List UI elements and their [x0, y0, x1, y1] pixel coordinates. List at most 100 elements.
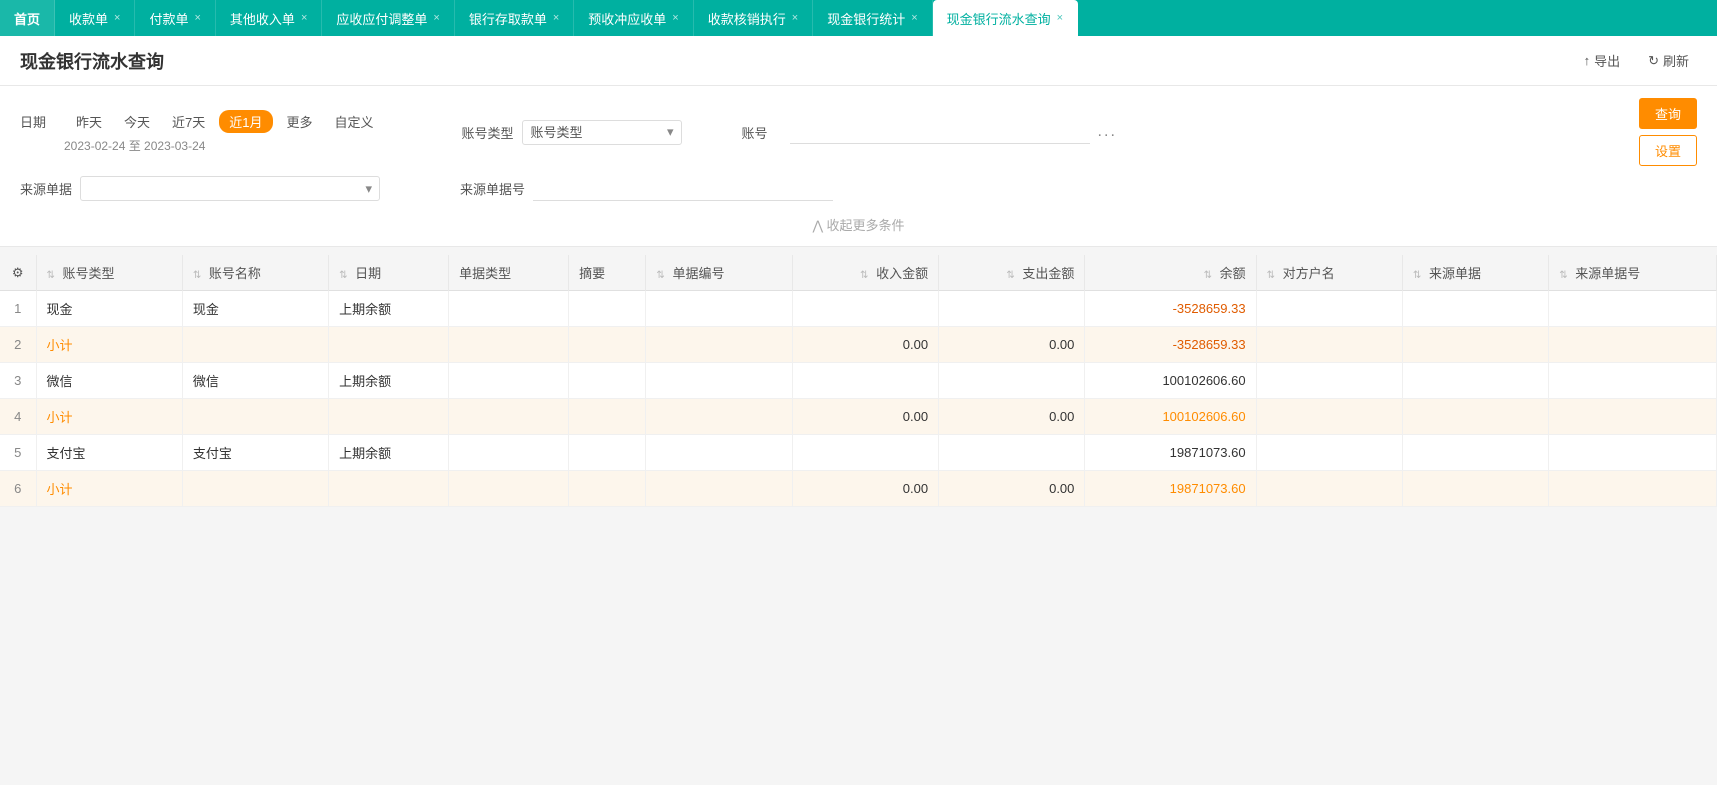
summary-cell — [569, 291, 646, 327]
sort-icon-date: ⇅ — [339, 270, 347, 281]
close-icon-bank-deposit[interactable]: × — [553, 12, 559, 24]
top-nav: 首页收款单×付款单×其他收入单×应收应付调整单×银行存取款单×预收冲应收单×收款… — [0, 0, 1717, 36]
close-icon-receipt[interactable]: × — [114, 12, 120, 24]
row-num: 3 — [0, 363, 36, 399]
doc-type-cell — [449, 327, 569, 363]
row-num: 5 — [0, 435, 36, 471]
expense-cell: 0.00 — [939, 471, 1085, 507]
sort-icon-source-doc: ⇅ — [1413, 270, 1421, 281]
source-doc-num-cell — [1549, 363, 1717, 399]
col-account-type: ⇅ 账号类型 — [36, 255, 182, 291]
account-type-cell: 支付宝 — [36, 435, 182, 471]
col-counterpart: ⇅ 对方户名 — [1256, 255, 1402, 291]
source-doc-label: 来源单据 — [20, 179, 72, 198]
nav-item-other-income[interactable]: 其他收入单× — [216, 0, 322, 36]
nav-item-home[interactable]: 首页 — [0, 0, 55, 36]
sort-icon-counterpart: ⇅ — [1267, 270, 1275, 281]
account-name-cell — [182, 471, 328, 507]
source-doc-num-cell — [1549, 471, 1717, 507]
counterpart-cell — [1256, 363, 1402, 399]
source-doc-cell — [1402, 399, 1548, 435]
account-type-cell: 小计 — [36, 471, 182, 507]
doc-type-cell — [449, 291, 569, 327]
income-cell — [792, 435, 938, 471]
close-icon-cash-flow-query[interactable]: × — [1057, 12, 1063, 24]
nav-item-cash-flow-query[interactable]: 现金银行流水查询× — [933, 0, 1078, 36]
sort-icon-source-doc-num: ⇅ — [1559, 270, 1567, 281]
date-cell — [329, 471, 449, 507]
source-doc-cell — [1402, 435, 1548, 471]
expense-cell — [939, 291, 1085, 327]
account-input[interactable] — [790, 120, 1090, 144]
date-btn-custom[interactable]: 自定义 — [327, 110, 382, 133]
col-summary: 摘要 — [569, 255, 646, 291]
date-btn-yesterday[interactable]: 昨天 — [68, 110, 110, 133]
nav-item-ar-ap-adjust[interactable]: 应收应付调整单× — [322, 0, 454, 36]
nav-item-receipt[interactable]: 收款单× — [55, 0, 135, 36]
table-row: 3微信微信上期余额100102606.60 — [0, 363, 1717, 399]
query-button[interactable]: 查询 — [1639, 98, 1697, 129]
row-num: 1 — [0, 291, 36, 327]
doc-num-cell — [646, 435, 792, 471]
col-source-doc-num: ⇅ 来源单据号 — [1549, 255, 1717, 291]
close-icon-receipt-writeoff[interactable]: × — [792, 12, 798, 24]
date-cell — [329, 399, 449, 435]
account-type-cell: 现金 — [36, 291, 182, 327]
filter-row-1: 日期 昨天 今天 近7天 近1月 更多 自定义 2023-02-24 至 202… — [20, 98, 1697, 166]
date-btn-last1m[interactable]: 近1月 — [219, 110, 272, 133]
date-btn-last7[interactable]: 近7天 — [164, 110, 213, 133]
account-type-filter: 账号类型 账号类型 — [462, 120, 682, 145]
nav-item-payment[interactable]: 付款单× — [135, 0, 215, 36]
date-range-text: 2023-02-24 至 2023-03-24 — [64, 137, 382, 154]
col-doc-num: ⇅ 单据编号 — [646, 255, 792, 291]
nav-item-bank-deposit[interactable]: 银行存取款单× — [455, 0, 574, 36]
nav-item-prepay-offset[interactable]: 预收冲应收单× — [574, 0, 693, 36]
table-container: ⚙ ⇅ 账号类型 ⇅ 账号名称 ⇅ 日期 单据类型 摘要 — [0, 255, 1717, 507]
row-num: 6 — [0, 471, 36, 507]
source-doc-num-filter: 来源单据号 — [460, 177, 833, 201]
balance-cell: -3528659.33 — [1085, 291, 1256, 327]
table-row: 4小计0.000.00100102606.60 — [0, 399, 1717, 435]
close-icon-prepay-offset[interactable]: × — [672, 12, 678, 24]
counterpart-cell — [1256, 435, 1402, 471]
date-cell: 上期余额 — [329, 291, 449, 327]
balance-cell: 100102606.60 — [1085, 399, 1256, 435]
date-shortcuts: 昨天 今天 近7天 近1月 更多 自定义 — [68, 110, 382, 133]
nav-item-cash-stats[interactable]: 现金银行统计× — [813, 0, 932, 36]
date-btn-today[interactable]: 今天 — [116, 110, 158, 133]
source-doc-cell — [1402, 291, 1548, 327]
source-doc-cell — [1402, 471, 1548, 507]
date-cell: 上期余额 — [329, 435, 449, 471]
income-cell: 0.00 — [792, 399, 938, 435]
source-doc-num-input[interactable] — [533, 177, 833, 201]
account-label: 账号 — [742, 123, 782, 142]
sort-icon-expense: ⇅ — [1006, 270, 1014, 281]
close-icon-other-income[interactable]: × — [301, 12, 307, 24]
date-cell — [329, 327, 449, 363]
close-icon-cash-stats[interactable]: × — [911, 12, 917, 24]
source-doc-select[interactable] — [80, 176, 380, 201]
action-buttons: 查询 设置 — [1639, 98, 1697, 166]
export-button[interactable]: ↑ 导出 — [1576, 47, 1629, 74]
counterpart-cell — [1256, 327, 1402, 363]
refresh-button[interactable]: ↻ 刷新 — [1640, 47, 1697, 74]
account-dots[interactable]: ... — [1098, 123, 1117, 141]
close-icon-ar-ap-adjust[interactable]: × — [433, 12, 439, 24]
account-type-select[interactable]: 账号类型 — [522, 120, 682, 145]
date-btn-more[interactable]: 更多 — [279, 110, 321, 133]
gear-icon[interactable]: ⚙ — [12, 265, 24, 280]
table-row: 1现金现金上期余额-3528659.33 — [0, 291, 1717, 327]
date-filter-group: 日期 昨天 今天 近7天 近1月 更多 自定义 2023-02-24 至 202… — [20, 110, 382, 154]
collapse-bar[interactable]: ⋀ 收起更多条件 — [20, 211, 1697, 238]
expense-cell — [939, 363, 1085, 399]
source-doc-filter: 来源单据 — [20, 176, 380, 201]
table-row: 6小计0.000.0019871073.60 — [0, 471, 1717, 507]
export-icon: ↑ — [1584, 53, 1591, 68]
header-actions: ↑ 导出 ↻ 刷新 — [1576, 47, 1697, 74]
account-type-cell: 微信 — [36, 363, 182, 399]
account-name-cell: 支付宝 — [182, 435, 328, 471]
nav-item-receipt-writeoff[interactable]: 收款核销执行× — [694, 0, 813, 36]
summary-cell — [569, 435, 646, 471]
close-icon-payment[interactable]: × — [194, 12, 200, 24]
settings-button[interactable]: 设置 — [1639, 135, 1697, 166]
